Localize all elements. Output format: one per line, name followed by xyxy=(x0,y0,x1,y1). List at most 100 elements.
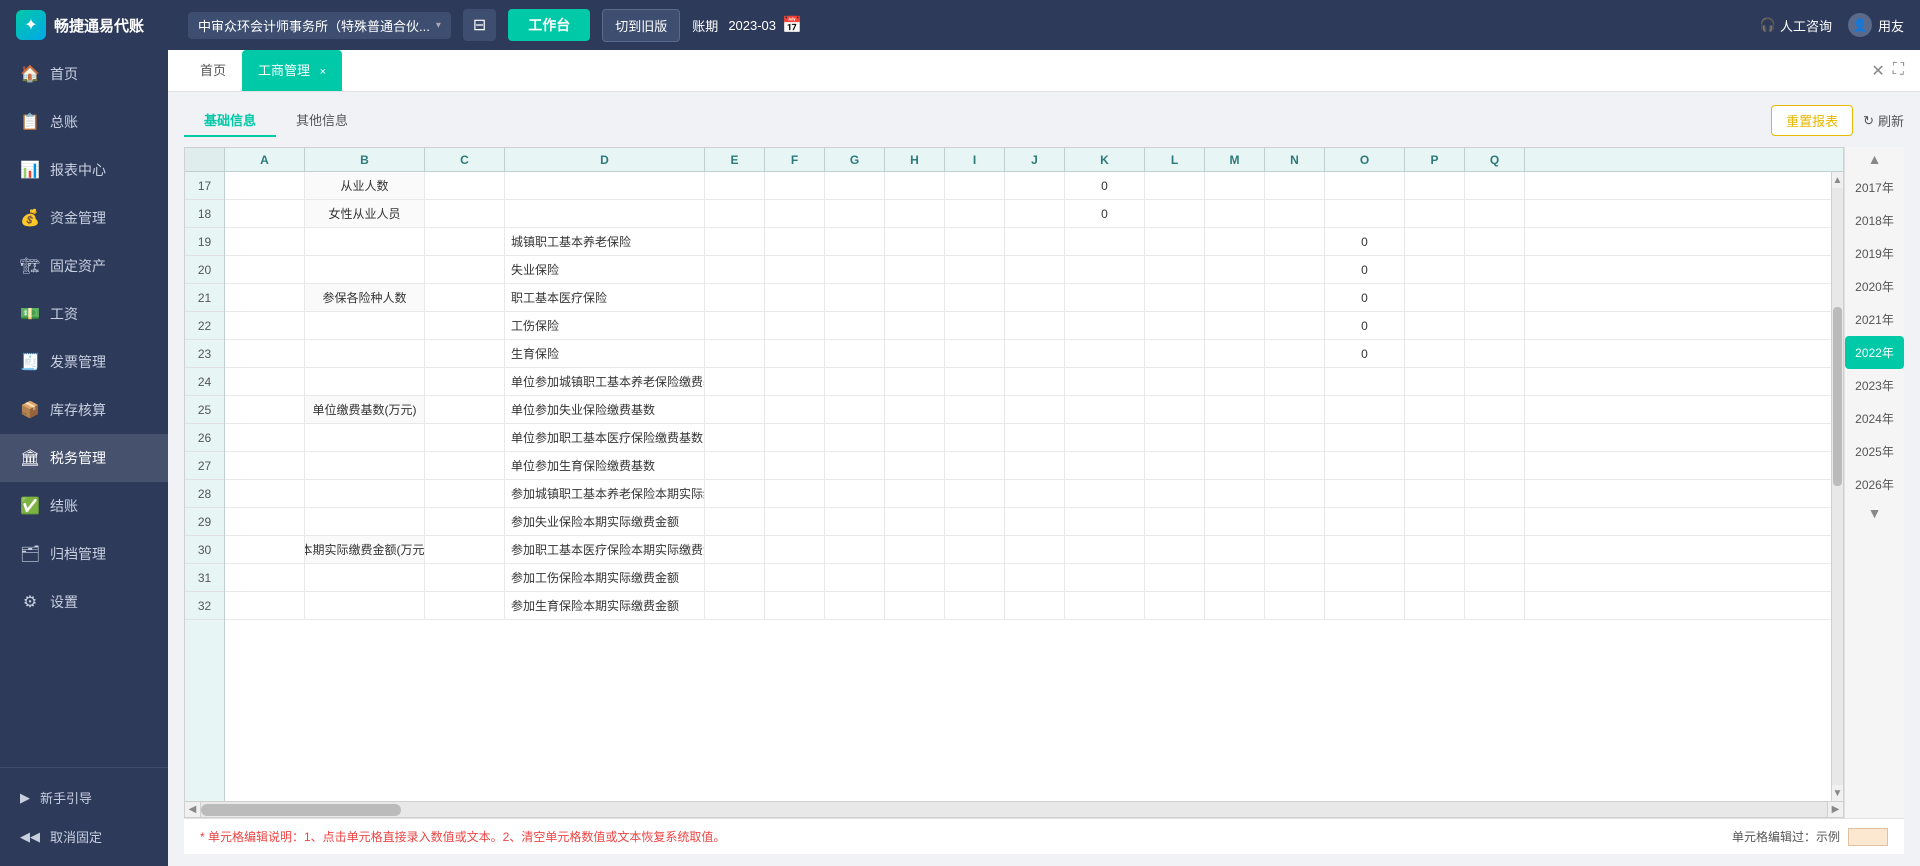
reset-button[interactable]: 重置报表 xyxy=(1771,105,1853,136)
cell-21-B[interactable]: 参保各险种人数 xyxy=(305,284,425,311)
cell-27-M[interactable] xyxy=(1205,452,1265,479)
cell-21-I[interactable] xyxy=(945,284,1005,311)
cell-31-J[interactable] xyxy=(1005,564,1065,591)
cell-29-K[interactable] xyxy=(1065,508,1145,535)
cell-29-D[interactable]: 参加失业保险本期实际缴费金额 xyxy=(505,508,705,535)
cell-17-A[interactable] xyxy=(225,172,305,199)
cell-26-A[interactable] xyxy=(225,424,305,451)
workbench-button[interactable]: 工作台 xyxy=(508,9,590,41)
cell-27-Q[interactable] xyxy=(1465,452,1525,479)
cell-18-G[interactable] xyxy=(825,200,885,227)
copy-button[interactable]: ⊟ xyxy=(463,9,496,41)
scroll-down-button[interactable]: ▼ xyxy=(1832,785,1843,801)
cell-29-O[interactable] xyxy=(1325,508,1405,535)
cell-27-I[interactable] xyxy=(945,452,1005,479)
cell-18-K[interactable]: 0 xyxy=(1065,200,1145,227)
cell-25-M[interactable] xyxy=(1205,396,1265,423)
cell-30-L[interactable] xyxy=(1145,536,1205,563)
cell-17-M[interactable] xyxy=(1205,172,1265,199)
cell-20-D[interactable]: 失业保险 xyxy=(505,256,705,283)
cell-32-G[interactable] xyxy=(825,592,885,619)
cell-25-J[interactable] xyxy=(1005,396,1065,423)
cell-21-L[interactable] xyxy=(1145,284,1205,311)
cell-22-F[interactable] xyxy=(765,312,825,339)
cell-20-L[interactable] xyxy=(1145,256,1205,283)
cell-19-E[interactable] xyxy=(705,228,765,255)
cell-27-J[interactable] xyxy=(1005,452,1065,479)
table-row[interactable]: 参加城镇职工基本养老保险本期实际缴费金额 xyxy=(225,480,1831,508)
table-row[interactable]: 女性从业人员 0 xyxy=(225,200,1831,228)
cell-24-P[interactable] xyxy=(1405,368,1465,395)
cell-30-Q[interactable] xyxy=(1465,536,1525,563)
cell-21-M[interactable] xyxy=(1205,284,1265,311)
cell-25-D[interactable]: 单位参加失业保险缴费基数 xyxy=(505,396,705,423)
cell-20-M[interactable] xyxy=(1205,256,1265,283)
cell-19-I[interactable] xyxy=(945,228,1005,255)
table-row[interactable]: 参加工伤保险本期实际缴费金额 xyxy=(225,564,1831,592)
cell-30-B[interactable]: 本期实际缴费金额(万元) xyxy=(305,536,425,563)
hscroll-thumb[interactable] xyxy=(201,804,401,816)
cell-19-L[interactable] xyxy=(1145,228,1205,255)
cell-25-P[interactable] xyxy=(1405,396,1465,423)
cell-25-I[interactable] xyxy=(945,396,1005,423)
sidebar-item-archive[interactable]: 🗂 归档管理 xyxy=(0,530,168,578)
cell-27-N[interactable] xyxy=(1265,452,1325,479)
cell-30-M[interactable] xyxy=(1205,536,1265,563)
cell-28-P[interactable] xyxy=(1405,480,1465,507)
cell-23-B[interactable] xyxy=(305,340,425,367)
cell-31-I[interactable] xyxy=(945,564,1005,591)
year-2020[interactable]: 2020年 xyxy=(1845,270,1904,303)
cell-23-O[interactable]: 0 xyxy=(1325,340,1405,367)
cell-22-N[interactable] xyxy=(1265,312,1325,339)
cell-22-E[interactable] xyxy=(705,312,765,339)
cell-19-G[interactable] xyxy=(825,228,885,255)
cell-30-C[interactable] xyxy=(425,536,505,563)
cell-28-N[interactable] xyxy=(1265,480,1325,507)
cell-29-G[interactable] xyxy=(825,508,885,535)
cell-31-H[interactable] xyxy=(885,564,945,591)
cell-26-E[interactable] xyxy=(705,424,765,451)
sub-tab-basic[interactable]: 基础信息 xyxy=(184,104,276,137)
cell-29-L[interactable] xyxy=(1145,508,1205,535)
cell-18-E[interactable] xyxy=(705,200,765,227)
sidebar-item-closing[interactable]: ✅ 结账 xyxy=(0,482,168,530)
table-row[interactable]: 从业人数 0 xyxy=(225,172,1831,200)
cell-26-K[interactable] xyxy=(1065,424,1145,451)
cell-27-C[interactable] xyxy=(425,452,505,479)
cell-17-O[interactable] xyxy=(1325,172,1405,199)
close-window-button[interactable]: ✕ xyxy=(1871,61,1884,81)
cell-18-H[interactable] xyxy=(885,200,945,227)
cell-20-B[interactable] xyxy=(305,256,425,283)
cell-32-D[interactable]: 参加生育保险本期实际缴费金额 xyxy=(505,592,705,619)
cell-17-K[interactable]: 0 xyxy=(1065,172,1145,199)
cell-23-J[interactable] xyxy=(1005,340,1065,367)
cell-21-O[interactable]: 0 xyxy=(1325,284,1405,311)
cell-21-Q[interactable] xyxy=(1465,284,1525,311)
cell-22-K[interactable] xyxy=(1065,312,1145,339)
service-button[interactable]: 🎧 人工咨询 xyxy=(1760,16,1832,35)
cell-29-M[interactable] xyxy=(1205,508,1265,535)
cell-32-L[interactable] xyxy=(1145,592,1205,619)
cell-25-O[interactable] xyxy=(1325,396,1405,423)
cell-17-L[interactable] xyxy=(1145,172,1205,199)
cell-20-I[interactable] xyxy=(945,256,1005,283)
cell-30-I[interactable] xyxy=(945,536,1005,563)
cell-27-A[interactable] xyxy=(225,452,305,479)
cell-30-A[interactable] xyxy=(225,536,305,563)
cell-19-K[interactable] xyxy=(1065,228,1145,255)
cell-18-O[interactable] xyxy=(1325,200,1405,227)
cell-23-E[interactable] xyxy=(705,340,765,367)
scroll-track[interactable] xyxy=(1832,188,1843,785)
cell-17-I[interactable] xyxy=(945,172,1005,199)
cell-22-J[interactable] xyxy=(1005,312,1065,339)
cell-30-J[interactable] xyxy=(1005,536,1065,563)
vertical-scrollbar[interactable]: ▲ ▼ xyxy=(1831,172,1843,801)
cell-23-I[interactable] xyxy=(945,340,1005,367)
sidebar-item-payroll[interactable]: 💵 工资 xyxy=(0,290,168,338)
cell-17-C[interactable] xyxy=(425,172,505,199)
cell-22-M[interactable] xyxy=(1205,312,1265,339)
cell-22-Q[interactable] xyxy=(1465,312,1525,339)
sidebar-item-reports[interactable]: 📊 报表中心 xyxy=(0,146,168,194)
year-2019[interactable]: 2019年 xyxy=(1845,237,1904,270)
cell-24-B[interactable] xyxy=(305,368,425,395)
